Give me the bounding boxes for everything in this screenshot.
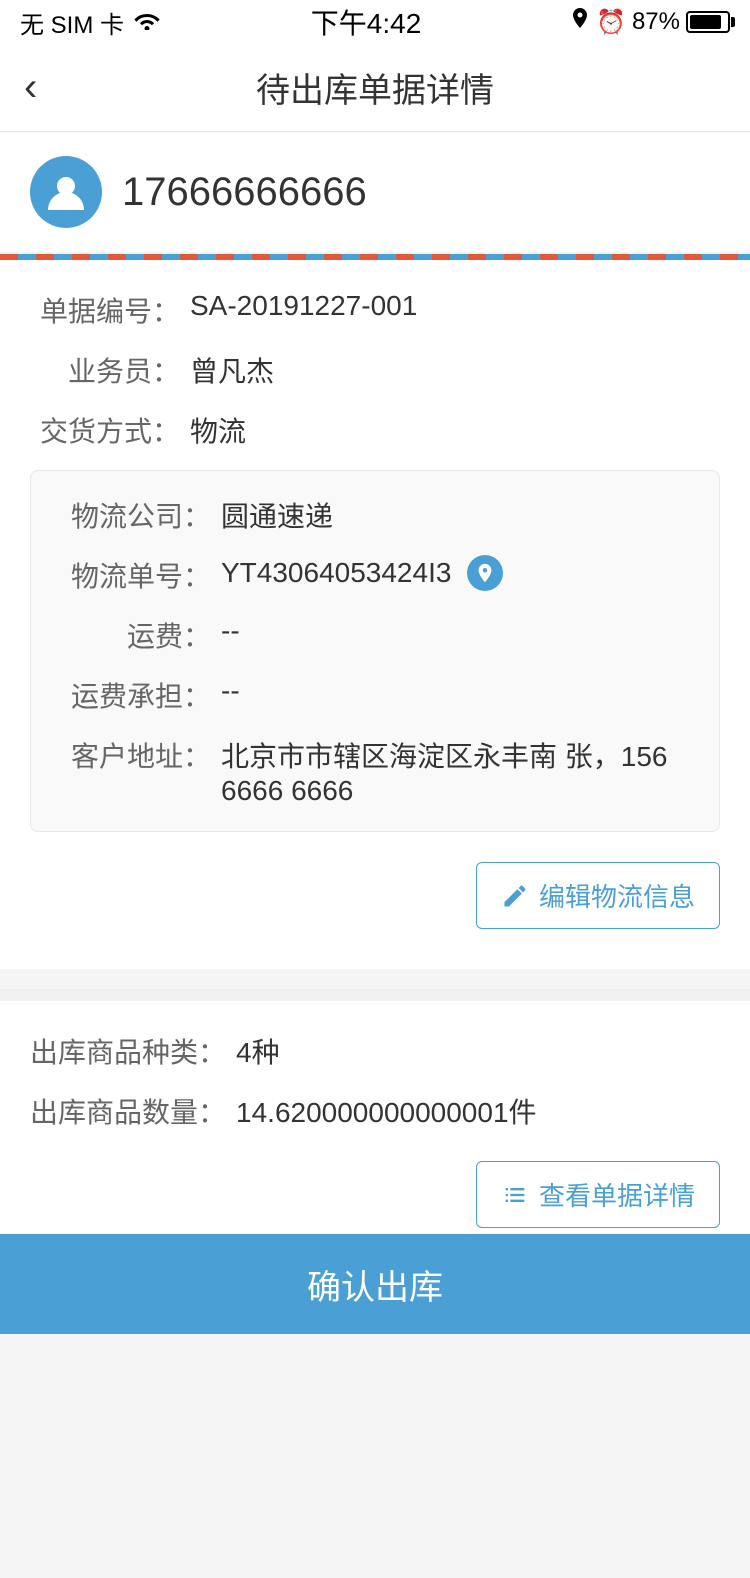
- sales-person-value: 曾凡杰: [190, 350, 720, 390]
- edit-logistics-label: 编辑物流信息: [539, 877, 695, 914]
- confirm-out-label: 确认出库: [307, 1260, 443, 1309]
- back-button[interactable]: ‹: [24, 65, 37, 110]
- view-detail-button[interactable]: 查看单据详情: [476, 1161, 720, 1228]
- alarm-icon: ⏰: [596, 8, 626, 37]
- sku-type-row: 出库商品种类： 4种: [30, 1031, 720, 1071]
- sales-person-row: 业务员： 曾凡杰: [30, 350, 720, 390]
- freight-bearer-row: 运费承担： --: [61, 675, 689, 715]
- sku-type-label: 出库商品种类：: [30, 1031, 236, 1071]
- sku-qty-label: 出库商品数量：: [30, 1091, 236, 1131]
- wifi-icon: [132, 8, 162, 37]
- status-right: ⏰ 87%: [570, 8, 730, 37]
- freight-row: 运费： --: [61, 615, 689, 655]
- battery-text: 87%: [632, 8, 680, 36]
- freight-bearer-value: --: [221, 675, 689, 707]
- edit-logistics-btn-wrap: 编辑物流信息: [30, 852, 720, 949]
- freight-value: --: [221, 615, 689, 647]
- confirm-out-button[interactable]: 确认出库: [0, 1234, 750, 1334]
- order-no-label: 单据编号：: [30, 290, 190, 330]
- delivery-method-value: 物流: [190, 410, 720, 450]
- page-title: 待出库单据详情: [256, 63, 494, 112]
- customer-phone: 17666666666: [122, 170, 367, 215]
- edit-logistics-button[interactable]: 编辑物流信息: [476, 862, 720, 929]
- location-icon: [570, 8, 590, 37]
- view-detail-label: 查看单据详情: [539, 1176, 695, 1213]
- tracking-no-row: 物流单号： YT43064053424I3: [61, 555, 689, 595]
- address-value: 北京市市辖区海淀区永丰南 张，156 6666 6666: [221, 735, 689, 807]
- basic-info-section: 单据编号： SA-20191227-001 业务员： 曾凡杰 交货方式： 物流 …: [0, 260, 750, 969]
- order-no-value: SA-20191227-001: [190, 290, 720, 322]
- status-left: 无 SIM 卡: [20, 5, 162, 40]
- logistics-company-label: 物流公司：: [61, 495, 221, 535]
- freight-bearer-label: 运费承担：: [61, 675, 221, 715]
- sku-qty-value: 14.620000000000001件: [236, 1091, 537, 1131]
- view-detail-btn-wrap: 查看单据详情: [30, 1151, 720, 1238]
- tracking-no-label: 物流单号：: [61, 555, 221, 595]
- battery-icon: [686, 11, 730, 33]
- sku-qty-row: 出库商品数量： 14.620000000000001件: [30, 1091, 720, 1131]
- delivery-method-label: 交货方式：: [30, 410, 190, 450]
- carrier-text: 无 SIM 卡: [20, 5, 124, 40]
- freight-label: 运费：: [61, 615, 221, 655]
- delivery-method-row: 交货方式： 物流: [30, 410, 720, 450]
- track-location-icon[interactable]: [467, 555, 503, 591]
- logistics-company-row: 物流公司： 圆通速递: [61, 495, 689, 535]
- sku-type-value: 4种: [236, 1031, 280, 1071]
- avatar: [30, 156, 102, 228]
- order-no-row: 单据编号： SA-20191227-001: [30, 290, 720, 330]
- logistics-card: 物流公司： 圆通速递 物流单号： YT43064053424I3 运费： --: [30, 470, 720, 832]
- sales-person-label: 业务员：: [30, 350, 190, 390]
- address-row: 客户地址： 北京市市辖区海淀区永丰南 张，156 6666 6666: [61, 735, 689, 807]
- customer-header: 17666666666: [0, 132, 750, 252]
- status-bar: 无 SIM 卡 下午4:42 ⏰ 87%: [0, 0, 750, 44]
- nav-bar: ‹ 待出库单据详情: [0, 44, 750, 132]
- section-divider: [0, 989, 750, 1001]
- status-time: 下午4:42: [311, 2, 422, 42]
- tracking-no-value: YT43064053424I3: [221, 555, 689, 591]
- stock-section: 出库商品种类： 4种 出库商品数量： 14.620000000000001件 查…: [0, 1001, 750, 1258]
- address-label: 客户地址：: [61, 735, 221, 775]
- logistics-company-value: 圆通速递: [221, 495, 689, 535]
